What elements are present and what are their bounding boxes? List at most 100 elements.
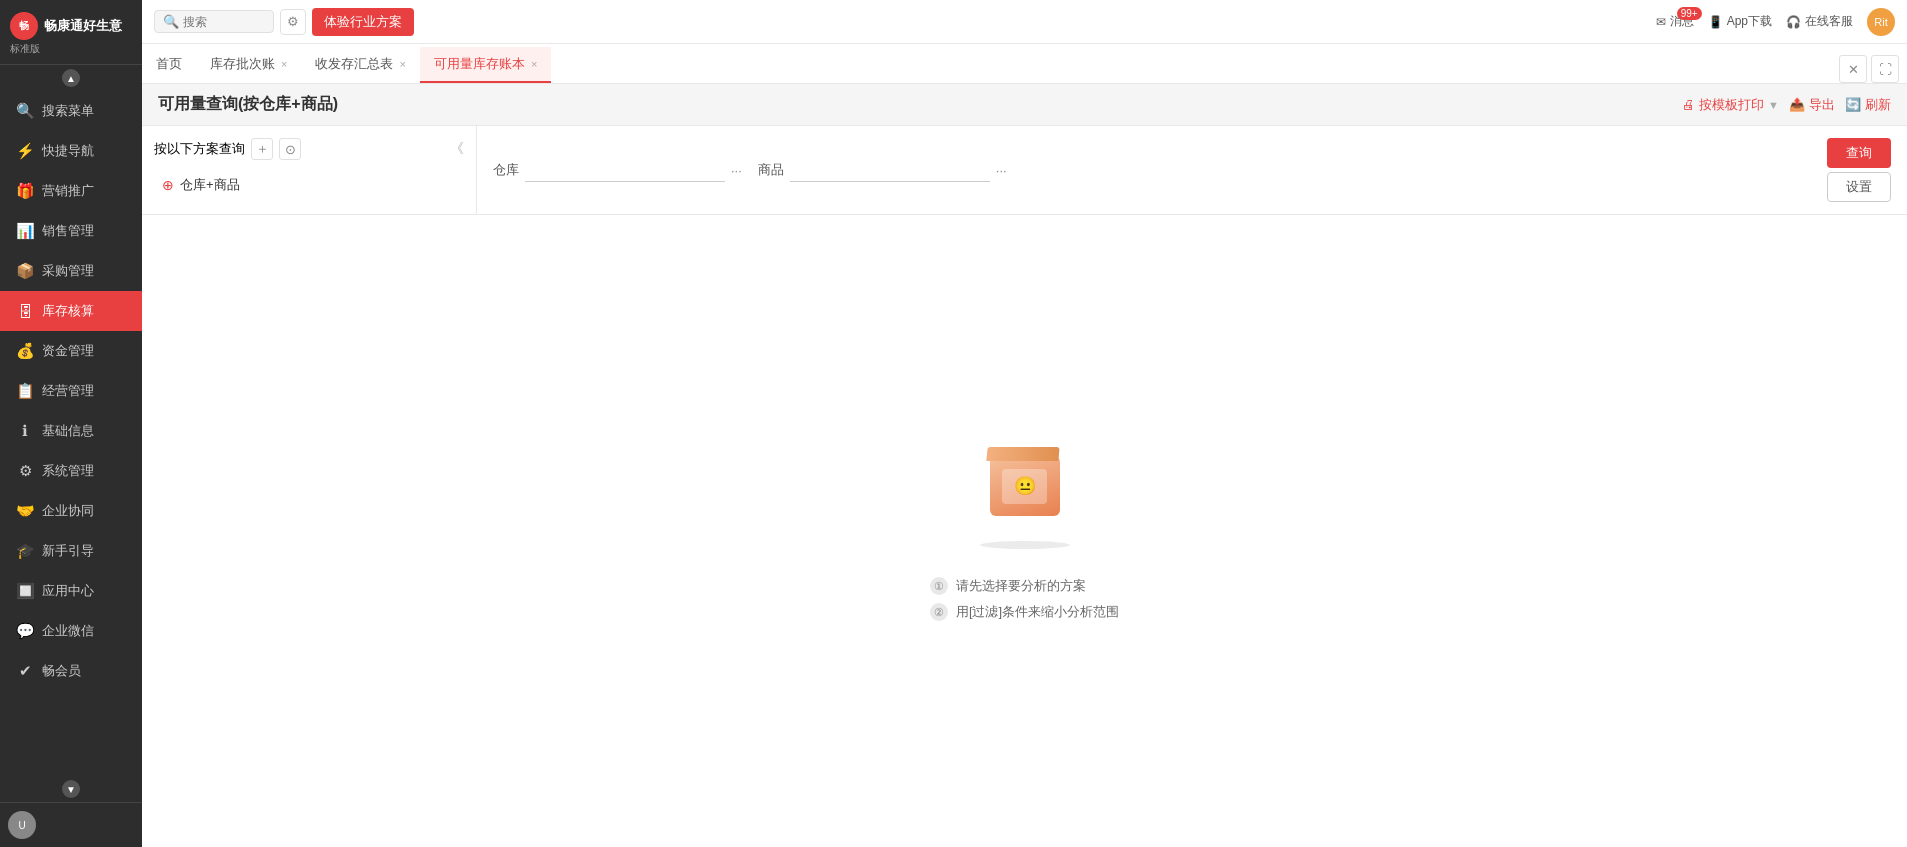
scheme-label: 按以下方案查询 (154, 140, 245, 158)
step-2-text: 用[过滤]条件来缩小分析范围 (956, 603, 1119, 621)
scheme-item-label: 仓库+商品 (180, 176, 240, 194)
warehouse-label: 仓库 (493, 161, 519, 179)
sidebar-icon-3: 📊 (16, 222, 34, 240)
logo-icon: 畅 (10, 12, 38, 40)
empty-state: 😐 ① 请先选择要分析的方案 ② (142, 215, 1907, 847)
sidebar-item-采购管理[interactable]: 📦 采购管理 (0, 251, 142, 291)
tab-可用量库存账本[interactable]: 可用量库存账本× (420, 47, 551, 83)
sidebar-label-3: 销售管理 (42, 222, 94, 240)
message-badge: 99+ (1677, 7, 1702, 20)
maximize-tab-btn[interactable]: ⛶ (1871, 55, 1899, 83)
sidebar-header: 畅 畅康通好生意 标准版 (0, 0, 142, 65)
collapse-icon[interactable]: 《 (450, 140, 464, 158)
top-bar-left: 🔍 ⚙ 体验行业方案 (154, 8, 1648, 36)
export-icon: 📤 (1789, 97, 1805, 112)
sidebar-icon-0: 🔍 (16, 102, 34, 120)
robot-face: 😐 (1002, 469, 1047, 504)
sidebar-item-基础信息[interactable]: ℹ 基础信息 (0, 411, 142, 451)
scheme-item-icon: ⊕ (162, 177, 174, 193)
sidebar-label-14: 畅会员 (42, 662, 81, 680)
app-download-btn[interactable]: 📱 App下载 (1708, 13, 1772, 30)
search-box[interactable]: 🔍 (154, 10, 274, 33)
top-bar: 🔍 ⚙ 体验行业方案 ✉ 消息 99+ 📱 App下载 🎧 在线 (142, 0, 1907, 44)
close-tab-btn[interactable]: ✕ (1839, 55, 1867, 83)
industry-btn[interactable]: 体验行业方案 (312, 8, 414, 36)
tab-close-1[interactable]: × (281, 58, 287, 70)
refresh-btn[interactable]: 🔄 刷新 (1845, 96, 1891, 114)
sidebar-icon-8: ℹ (16, 422, 34, 440)
tab-close-3[interactable]: × (531, 58, 537, 70)
setting-scheme-btn[interactable]: ⊙ (279, 138, 301, 160)
scheme-item-warehouse-product[interactable]: ⊕ 仓库+商品 (154, 170, 464, 200)
sidebar-label-0: 搜索菜单 (42, 102, 94, 120)
print-btn[interactable]: 🖨 按模板打印 ▼ (1682, 96, 1779, 114)
sidebar-item-库存核算[interactable]: 🗄 库存核算 (0, 291, 142, 331)
sidebar-item-营销推广[interactable]: 🎁 营销推广 (0, 171, 142, 211)
scheme-header: 按以下方案查询 ＋ ⊙ 《 (154, 138, 464, 160)
search-input[interactable] (183, 15, 263, 29)
sidebar-label-1: 快捷导航 (42, 142, 94, 160)
app-version: 标准版 (10, 42, 132, 56)
sidebar-item-销售管理[interactable]: 📊 销售管理 (0, 211, 142, 251)
message-icon: ✉ (1656, 15, 1666, 29)
product-input[interactable] (790, 158, 990, 182)
sidebar-item-应用中心[interactable]: 🔲 应用中心 (0, 571, 142, 611)
sidebar-item-新手引导[interactable]: 🎓 新手引导 (0, 531, 142, 571)
sidebar-icon-12: 🔲 (16, 582, 34, 600)
online-service-btn[interactable]: 🎧 在线客服 (1786, 13, 1853, 30)
query-fields-panel: 仓库 ··· 商品 ··· 查询 设置 (477, 126, 1907, 214)
tab-库存批次账[interactable]: 库存批次账 × (196, 47, 301, 83)
warehouse-field: 仓库 ··· (493, 158, 742, 182)
user-area[interactable]: Rit (1867, 8, 1895, 36)
sidebar-item-经营管理[interactable]: 📋 经营管理 (0, 371, 142, 411)
warehouse-input[interactable] (525, 158, 725, 182)
service-label: 在线客服 (1805, 13, 1853, 30)
product-label: 商品 (758, 161, 784, 179)
query-scheme-panel: 按以下方案查询 ＋ ⊙ 《 ⊕ 仓库+商品 (142, 126, 477, 214)
sidebar-label-6: 资金管理 (42, 342, 94, 360)
page-title: 可用量查询(按仓库+商品) (158, 94, 338, 115)
add-scheme-btn[interactable]: ＋ (251, 138, 273, 160)
sidebar-item-系统管理[interactable]: ⚙ 系统管理 (0, 451, 142, 491)
product-more-btn[interactable]: ··· (996, 163, 1007, 178)
user-name: Rit (1874, 16, 1887, 28)
sidebar-item-资金管理[interactable]: 💰 资金管理 (0, 331, 142, 371)
empty-illustration: 😐 (965, 441, 1085, 561)
scroll-up-btn[interactable]: ▲ (62, 69, 80, 87)
sidebar-icon-10: 🤝 (16, 502, 34, 520)
tab-label-0: 首页 (156, 55, 182, 73)
sidebar-item-搜索菜单[interactable]: 🔍 搜索菜单 (0, 91, 142, 131)
gear-icon[interactable]: ⚙ (280, 9, 306, 35)
sidebar-icon-7: 📋 (16, 382, 34, 400)
sidebar-label-2: 营销推广 (42, 182, 94, 200)
product-field: 商品 ··· (758, 158, 1007, 182)
scroll-down-btn[interactable]: ▼ (62, 780, 80, 798)
tab-close-2[interactable]: × (399, 58, 405, 70)
sidebar-item-快捷导航[interactable]: ⚡ 快捷导航 (0, 131, 142, 171)
tab-首页[interactable]: 首页 (142, 47, 196, 83)
sidebar-label-7: 经营管理 (42, 382, 94, 400)
sidebar-label-4: 采购管理 (42, 262, 94, 280)
user-avatar: Rit (1867, 8, 1895, 36)
sidebar-icon-2: 🎁 (16, 182, 34, 200)
sidebar-icon-6: 💰 (16, 342, 34, 360)
sidebar-item-畅会员[interactable]: ✔ 畅会员 (0, 651, 142, 691)
chevron-down-icon[interactable]: ▼ (1768, 99, 1779, 111)
setting-btn[interactable]: 设置 (1827, 172, 1891, 202)
tab-bar-actions: ✕ ⛶ (1831, 55, 1907, 83)
sidebar-item-企业微信[interactable]: 💬 企业微信 (0, 611, 142, 651)
sidebar: 畅 畅康通好生意 标准版 ▲ 🔍 搜索菜单 ⚡ 快捷导航 🎁 营销推广 📊 销售… (0, 0, 142, 847)
export-btn[interactable]: 📤 导出 (1789, 96, 1835, 114)
sidebar-item-企业协同[interactable]: 🤝 企业协同 (0, 491, 142, 531)
print-label: 按模板打印 (1699, 96, 1764, 114)
query-fields-row: 仓库 ··· 商品 ··· 查询 设置 (493, 138, 1891, 202)
warehouse-more-btn[interactable]: ··· (731, 163, 742, 178)
print-icon: 🖨 (1682, 97, 1695, 112)
sidebar-icon-4: 📦 (16, 262, 34, 280)
query-btn[interactable]: 查询 (1827, 138, 1891, 168)
sidebar-label-13: 企业微信 (42, 622, 94, 640)
tab-收发存汇总表[interactable]: 收发存汇总表× (301, 47, 419, 83)
tab-label-1: 库存批次账 (210, 55, 275, 73)
message-btn[interactable]: ✉ 消息 99+ (1656, 13, 1694, 30)
sidebar-label-5: 库存核算 (42, 302, 94, 320)
